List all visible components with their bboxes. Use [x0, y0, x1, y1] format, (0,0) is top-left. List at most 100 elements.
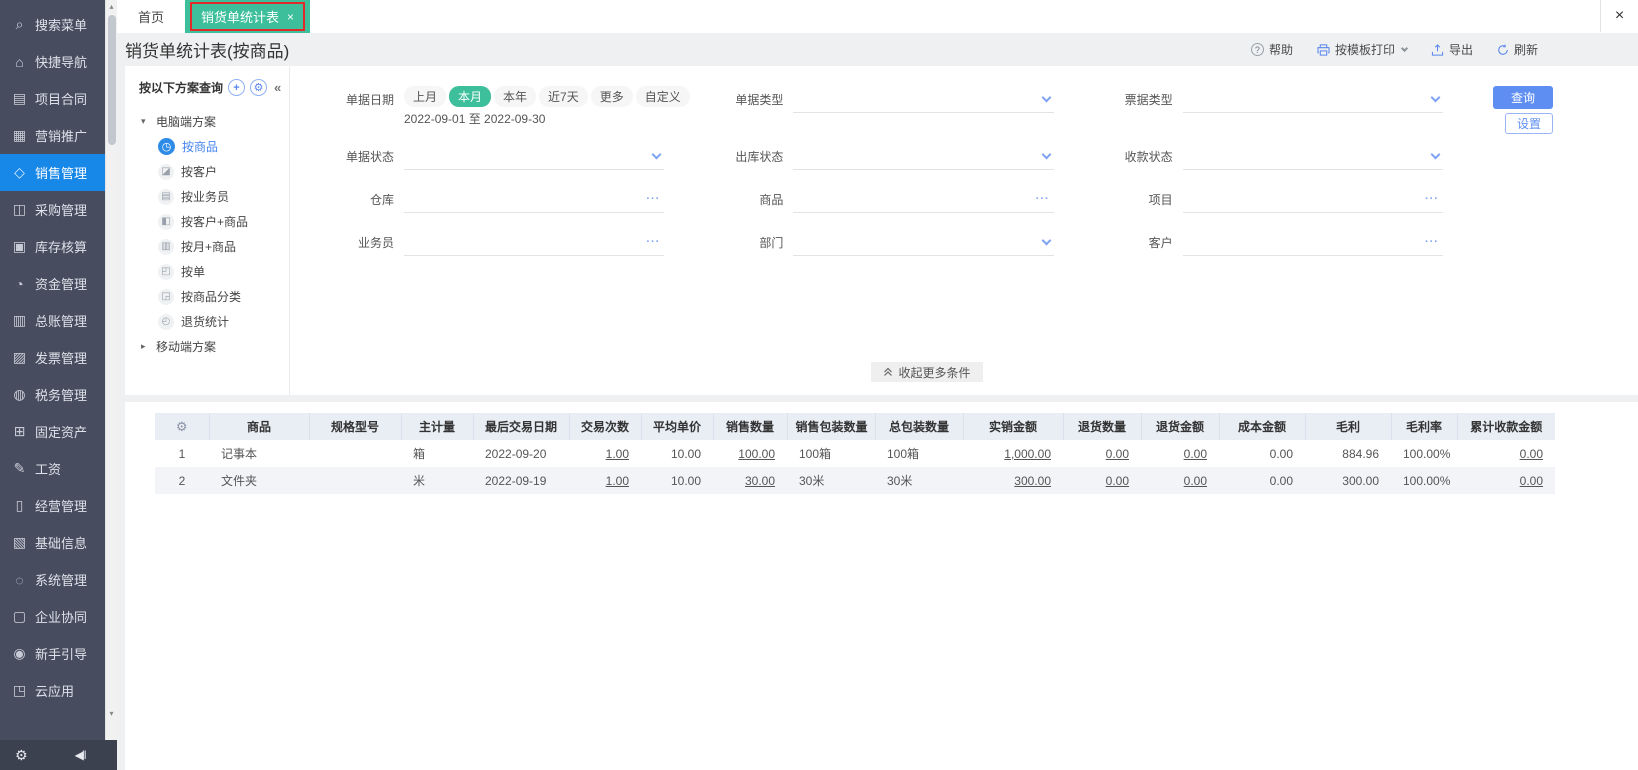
scrollbar-thumb[interactable] — [108, 15, 116, 145]
drill-link-received[interactable]: 0.00 — [1457, 467, 1555, 494]
ellipsis-icon[interactable]: ··· — [1425, 193, 1439, 205]
date-range-value[interactable]: 2022-09-01 至 2022-09-30 — [404, 110, 690, 127]
tree-group-desktop[interactable]: ▾ 电脑端方案 — [139, 109, 281, 134]
close-page-button[interactable]: × — [1600, 0, 1638, 32]
drill-link-received[interactable]: 0.00 — [1457, 440, 1555, 467]
export-button[interactable]: 导出 — [1431, 41, 1473, 58]
help-button[interactable]: ? 帮助 — [1250, 41, 1293, 58]
sidebar-item-tax[interactable]: ◍ 税务管理 — [0, 376, 105, 413]
scheme-item-by-customer[interactable]: ◪ 按客户 — [139, 159, 281, 184]
preset-this-year[interactable]: 本年 — [494, 86, 537, 107]
collapse-conditions-button[interactable]: 收起更多条件 — [870, 362, 983, 382]
drill-link-trade-count[interactable]: 1.00 — [569, 440, 641, 467]
drill-link-sales-qty[interactable]: 100.00 — [713, 440, 787, 467]
chevron-down-icon[interactable] — [651, 149, 662, 160]
sidebar-item-marketing[interactable]: ▦ 营销推广 — [0, 117, 105, 154]
scroll-up-icon[interactable]: ▴ — [106, 2, 117, 11]
sidebar-item-inventory[interactable]: ▣ 库存核算 — [0, 228, 105, 265]
sidebar-item-purchase-mgmt[interactable]: ◫ 采购管理 — [0, 191, 105, 228]
warehouse-lookup[interactable]: ··· — [404, 186, 665, 213]
warehouse-icon: ▣ — [12, 238, 27, 254]
preset-last-month[interactable]: 上月 — [404, 86, 447, 107]
sidebar-item-system-mgmt[interactable]: ◌ 系统管理 — [0, 561, 105, 598]
sidebar-item-fixed-assets[interactable]: ⊞ 固定资产 — [0, 413, 105, 450]
salesman-lookup[interactable]: ··· — [404, 229, 665, 256]
building-icon: ⊞ — [13, 423, 26, 439]
ticket-type-select[interactable] — [1182, 86, 1443, 113]
ellipsis-icon[interactable]: ··· — [1425, 236, 1439, 248]
sidebar-item-salary[interactable]: ✎ 工资 — [0, 450, 105, 487]
product-lookup[interactable]: ··· — [793, 186, 1054, 213]
sidebar-item-search-menu[interactable]: ⌕ 搜索菜单 — [0, 6, 105, 43]
sidebar-item-invoice[interactable]: ▨ 发票管理 — [0, 339, 105, 376]
add-scheme-icon[interactable]: + — [228, 79, 246, 96]
drill-link-sales-qty[interactable]: 30.00 — [713, 467, 787, 494]
tab-home[interactable]: 首页 — [117, 0, 185, 33]
money-icon: ◔ — [15, 275, 24, 292]
filter-product: 商品 ··· — [709, 186, 1098, 213]
department-select[interactable] — [793, 229, 1054, 256]
bill-type-select[interactable] — [793, 86, 1054, 113]
sidebar-item-funds[interactable]: ◔ 资金管理 — [0, 265, 105, 302]
sidebar-item-cloud-apps[interactable]: ◳ 云应用 — [0, 672, 105, 709]
preset-more[interactable]: 更多 — [590, 86, 633, 107]
preset-last-7-days[interactable]: 近7天 — [539, 86, 588, 107]
project-lookup[interactable]: ··· — [1182, 186, 1443, 213]
col-return-qty: 退货数量 — [1063, 413, 1142, 440]
sidebar-item-project-contract[interactable]: ▤ 项目合同 — [0, 80, 105, 117]
drill-link-return-qty[interactable]: 0.00 — [1063, 467, 1141, 494]
scheme-item-by-bill[interactable]: ◰ 按单 — [139, 259, 281, 284]
scheme-item-by-month-product[interactable]: ▥ 按月+商品 — [139, 234, 281, 259]
sidebar-item-basic-info[interactable]: ▧ 基础信息 — [0, 524, 105, 561]
col-avg-price: 平均单价 — [641, 413, 714, 440]
drill-link-sales-amount[interactable]: 1,000.00 — [963, 440, 1063, 467]
query-button[interactable]: 查询 — [1493, 86, 1553, 109]
bill-status-select[interactable] — [404, 143, 665, 170]
scheme-item-return-stats[interactable]: ◴ 退货统计 — [139, 309, 281, 334]
print-by-template-button[interactable]: 按模板打印 — [1317, 41, 1409, 58]
chevron-down-icon[interactable] — [1400, 44, 1409, 52]
drill-link-sales-amount[interactable]: 300.00 — [963, 467, 1063, 494]
scheme-item-by-customer-product[interactable]: ◧ 按客户+商品 — [139, 209, 281, 234]
tab-sales-report[interactable]: 销货单统计表 × — [185, 0, 311, 33]
settings-button[interactable]: 设置 — [1505, 113, 1553, 134]
sidebar-item-quick-nav[interactable]: ⌂ 快捷导航 — [0, 43, 105, 80]
chevron-down-icon[interactable] — [1041, 149, 1052, 160]
ellipsis-icon[interactable]: ··· — [646, 236, 660, 248]
preset-custom[interactable]: 自定义 — [635, 86, 690, 107]
collapse-sidebar-icon[interactable]: ◀‖ — [75, 748, 87, 762]
column-settings-gear-icon[interactable]: ⚙ — [155, 413, 210, 440]
scroll-down-icon[interactable]: ▾ — [106, 709, 117, 718]
scheme-item-by-salesman[interactable]: ▤ 按业务员 — [139, 184, 281, 209]
tab-close-icon[interactable]: × — [287, 10, 294, 24]
drill-link-return-amount[interactable]: 0.00 — [1141, 440, 1219, 467]
payment-status-select[interactable] — [1182, 143, 1443, 170]
sidebar-item-general-ledger[interactable]: ▥ 总账管理 — [0, 302, 105, 339]
cell-unit: 米 — [413, 474, 426, 488]
sidebar-item-sales-mgmt[interactable]: ◇ 销售管理 — [0, 154, 105, 191]
drill-link-return-qty[interactable]: 0.00 — [1063, 440, 1141, 467]
scheme-settings-icon[interactable]: ⚙ — [250, 79, 268, 96]
settings-gear-icon[interactable]: ⚙ — [15, 747, 28, 764]
chevron-down-icon[interactable] — [1430, 92, 1441, 103]
sidebar-item-beginner-guide[interactable]: ◉ 新手引导 — [0, 635, 105, 672]
scheme-item-by-product[interactable]: ◷ 按商品 — [139, 134, 281, 159]
chevron-down-icon[interactable] — [1430, 149, 1441, 160]
chevron-down-icon[interactable] — [1041, 235, 1052, 246]
outbound-status-select[interactable] — [793, 143, 1054, 170]
drill-link-return-amount[interactable]: 0.00 — [1141, 467, 1219, 494]
drill-link-trade-count[interactable]: 1.00 — [569, 467, 641, 494]
ellipsis-icon[interactable]: ··· — [1036, 193, 1050, 205]
sidebar-item-operations[interactable]: ▯ 经营管理 — [0, 487, 105, 524]
tree-group-mobile[interactable]: ▸ 移动端方案 — [139, 334, 281, 359]
sidebar-footer: ⚙ ◀‖ — [0, 740, 117, 770]
scheme-item-by-product-category[interactable]: ◲ 按商品分类 — [139, 284, 281, 309]
collapse-panel-icon[interactable]: « — [274, 80, 281, 95]
ellipsis-icon[interactable]: ··· — [646, 193, 660, 205]
preset-this-month[interactable]: 本月 — [449, 86, 492, 107]
sidebar-item-collaboration[interactable]: ▢ 企业协同 — [0, 598, 105, 635]
refresh-button[interactable]: 刷新 — [1497, 41, 1538, 58]
customer-lookup[interactable]: ··· — [1182, 229, 1443, 256]
sidebar-scrollbar[interactable]: ▴ ▾ — [105, 0, 117, 740]
chevron-down-icon[interactable] — [1041, 92, 1052, 103]
